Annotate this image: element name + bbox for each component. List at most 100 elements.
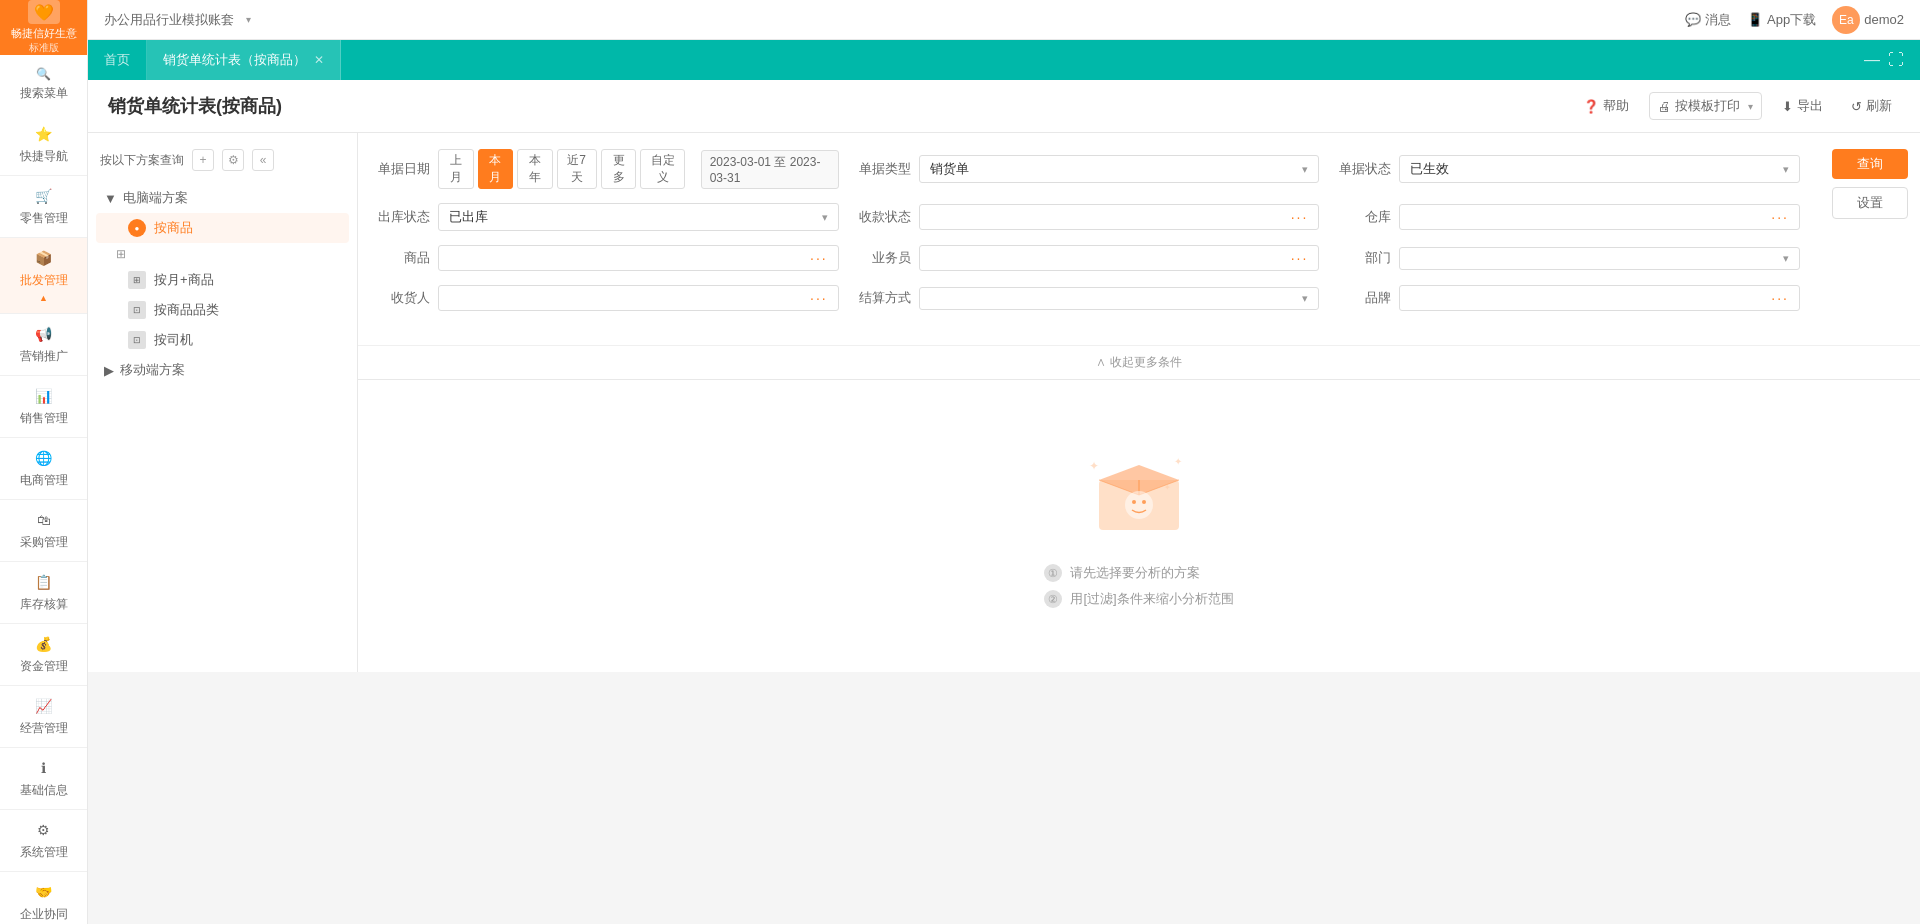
type-chevron-icon: ▾ (1302, 163, 1308, 176)
filter-panel: 单据日期 上月 本月 本年 近7天 更多 自定义 (358, 133, 1820, 341)
sidebar-item-basic-info[interactable]: ℹ 基础信息 (0, 748, 88, 810)
sidebar-item-retail[interactable]: 🛒 零售管理 (0, 176, 88, 238)
sidebar-item-purchase[interactable]: 🛍 采购管理 (0, 500, 88, 562)
query-btn[interactable]: 查询 (1832, 149, 1908, 179)
brand-dots-icon: ··· (1771, 290, 1789, 306)
help-btn[interactable]: ❓ 帮助 (1575, 93, 1637, 119)
sidebar-item-ecommerce[interactable]: 🌐 电商管理 (0, 438, 88, 500)
mobile-scheme-arrow: ▶ (104, 363, 114, 378)
message-btn[interactable]: 💬 消息 (1685, 11, 1731, 29)
sidebar-item-operations[interactable]: 📈 经营管理 (0, 686, 88, 748)
mobile-scheme-group: ▶ 移动端方案 (88, 355, 357, 385)
goods-wrapper: ··· (438, 245, 839, 271)
date-btn-this-month[interactable]: 本月 (478, 149, 514, 189)
settlement-wrapper: ▾ (919, 287, 1320, 310)
sidebar-item-marketing[interactable]: 📢 营销推广 (0, 314, 88, 376)
empty-step-1-text: 请先选择要分析的方案 (1070, 560, 1200, 586)
settlement-chevron-icon: ▾ (1302, 292, 1308, 305)
sidebar-item-cooperation[interactable]: 🤝 企业协同 (0, 872, 88, 924)
out-status-select[interactable]: 已出库 ▾ (438, 203, 839, 231)
sidebar-item-wholesale[interactable]: 📦 批发管理 ▲ (0, 238, 88, 314)
type-control-wrapper: 销货单 ▾ (919, 155, 1320, 183)
collect-status-dots-icon: ··· (1291, 209, 1309, 225)
date-btn-this-year[interactable]: 本年 (517, 149, 553, 189)
tab-close-icon[interactable]: ✕ (314, 53, 324, 67)
mobile-scheme-label: 移动端方案 (120, 361, 185, 379)
sidebar-label-quick-nav: 快捷导航 (20, 148, 68, 165)
print-btn[interactable]: 🖨 按模板打印 ▾ (1649, 92, 1762, 120)
tree-item-by-printer[interactable]: ⊡ 按司机 (96, 325, 349, 355)
desktop-scheme-header[interactable]: ▼ 电脑端方案 (96, 183, 349, 213)
type-select[interactable]: 销货单 ▾ (919, 155, 1320, 183)
sidebar-label-wholesale: 批发管理 (20, 272, 68, 289)
by-goods-category-icon: ⊡ (128, 301, 146, 319)
date-range-input[interactable]: 2023-03-01 至 2023-03-31 (701, 150, 839, 189)
empty-messages: ① 请先选择要分析的方案 ② 用[过滤]条件来缩小分析范围 (1044, 560, 1233, 612)
help-icon: ❓ (1583, 99, 1599, 114)
by-month-goods-icon: ⊞ (128, 271, 146, 289)
date-btn-custom[interactable]: 自定义 (640, 149, 684, 189)
workspace-info: 办公用品行业模拟账套 ▾ (104, 11, 251, 29)
status-select[interactable]: 已生效 ▾ (1399, 155, 1800, 183)
export-label: 导出 (1797, 97, 1823, 115)
tree-item-by-month-goods[interactable]: ⊞ 按月+商品 (96, 265, 349, 295)
export-btn[interactable]: ⬇ 导出 (1774, 93, 1831, 119)
out-status-chevron-icon: ▾ (822, 211, 828, 224)
tree-item-by-goods-category[interactable]: ⊡ 按商品品类 (96, 295, 349, 325)
collect-status-select[interactable]: ··· (919, 204, 1320, 230)
by-goods-category-label: 按商品品类 (154, 301, 219, 319)
workspace-dropdown-icon[interactable]: ▾ (246, 14, 251, 25)
collapse-bar[interactable]: ∧ 收起更多条件 (358, 345, 1920, 379)
dept-select[interactable]: ▾ (1399, 247, 1800, 270)
app-logo[interactable]: 🧡 畅捷信好生意 标准版 (0, 0, 88, 55)
desktop-scheme-arrow: ▼ (104, 191, 117, 206)
operations-icon: 📈 (34, 696, 54, 716)
tab-controls: — ⛶ (1864, 51, 1920, 69)
sidebar-item-search[interactable]: 🔍 搜索菜单 (0, 55, 88, 114)
page-header-actions: ❓ 帮助 🖨 按模板打印 ▾ ⬇ 导出 ↺ 刷新 (1575, 92, 1900, 120)
app-download-btn[interactable]: 📱 App下载 (1747, 11, 1816, 29)
by-goods-label: 按商品 (154, 219, 193, 237)
salesman-select[interactable]: ··· (919, 245, 1320, 271)
tab-home[interactable]: 首页 (88, 40, 147, 80)
tree-item-by-goods[interactable]: ● 按商品 (96, 213, 349, 243)
dept-label: 部门 (1339, 249, 1399, 267)
add-scheme-btn[interactable]: + (192, 149, 214, 171)
date-btn-last-month[interactable]: 上月 (438, 149, 474, 189)
tab-sales-stats[interactable]: 销货单统计表（按商品） ✕ (147, 40, 341, 80)
empty-step-2-text: 用[过滤]条件来缩小分析范围 (1070, 586, 1233, 612)
user-profile-btn[interactable]: Ea demo2 (1832, 6, 1904, 34)
brand-select[interactable]: ··· (1399, 285, 1800, 311)
settings-btn[interactable]: 设置 (1832, 187, 1908, 219)
sidebar-item-sales-mgmt[interactable]: 📊 销售管理 (0, 376, 88, 438)
sidebar-label-finance: 资金管理 (20, 658, 68, 675)
settlement-select[interactable]: ▾ (919, 287, 1320, 310)
warehouse-select[interactable]: ··· (1399, 204, 1800, 230)
out-status-label: 出库状态 (378, 208, 438, 226)
sidebar-item-finance[interactable]: 💰 资金管理 (0, 624, 88, 686)
marketing-icon: 📢 (34, 324, 54, 344)
salesman-label: 业务员 (859, 249, 919, 267)
date-btn-7days[interactable]: 近7天 (557, 149, 597, 189)
sidebar-item-inventory[interactable]: 📋 库存核算 (0, 562, 88, 624)
by-printer-icon: ⊡ (128, 331, 146, 349)
status-chevron-icon: ▾ (1783, 163, 1789, 176)
purchase-icon: 🛍 (34, 510, 54, 530)
sidebar-item-quick-nav[interactable]: ⭐ 快捷导航 (0, 114, 88, 176)
tab-maximize-icon[interactable]: ⛶ (1888, 51, 1904, 69)
sidebar-item-system[interactable]: ⚙ 系统管理 (0, 810, 88, 872)
warehouse-wrapper: ··· (1399, 204, 1800, 230)
tab-minimize-icon[interactable]: — (1864, 51, 1880, 69)
export-icon: ⬇ (1782, 99, 1793, 114)
goods-select[interactable]: ··· (438, 245, 839, 271)
finance-icon: 💰 (34, 634, 54, 654)
date-btn-more[interactable]: 更多 (601, 149, 637, 189)
consignee-select[interactable]: ··· (438, 285, 839, 311)
collapse-panel-btn[interactable]: « (252, 149, 274, 171)
refresh-btn[interactable]: ↺ 刷新 (1843, 93, 1900, 119)
settings-scheme-btn[interactable]: ⚙ (222, 149, 244, 171)
mobile-scheme-header[interactable]: ▶ 移动端方案 (96, 355, 349, 385)
refresh-label: 刷新 (1866, 97, 1892, 115)
sidebar-label-operations: 经营管理 (20, 720, 68, 737)
by-month-goods-label: 按月+商品 (154, 271, 214, 289)
